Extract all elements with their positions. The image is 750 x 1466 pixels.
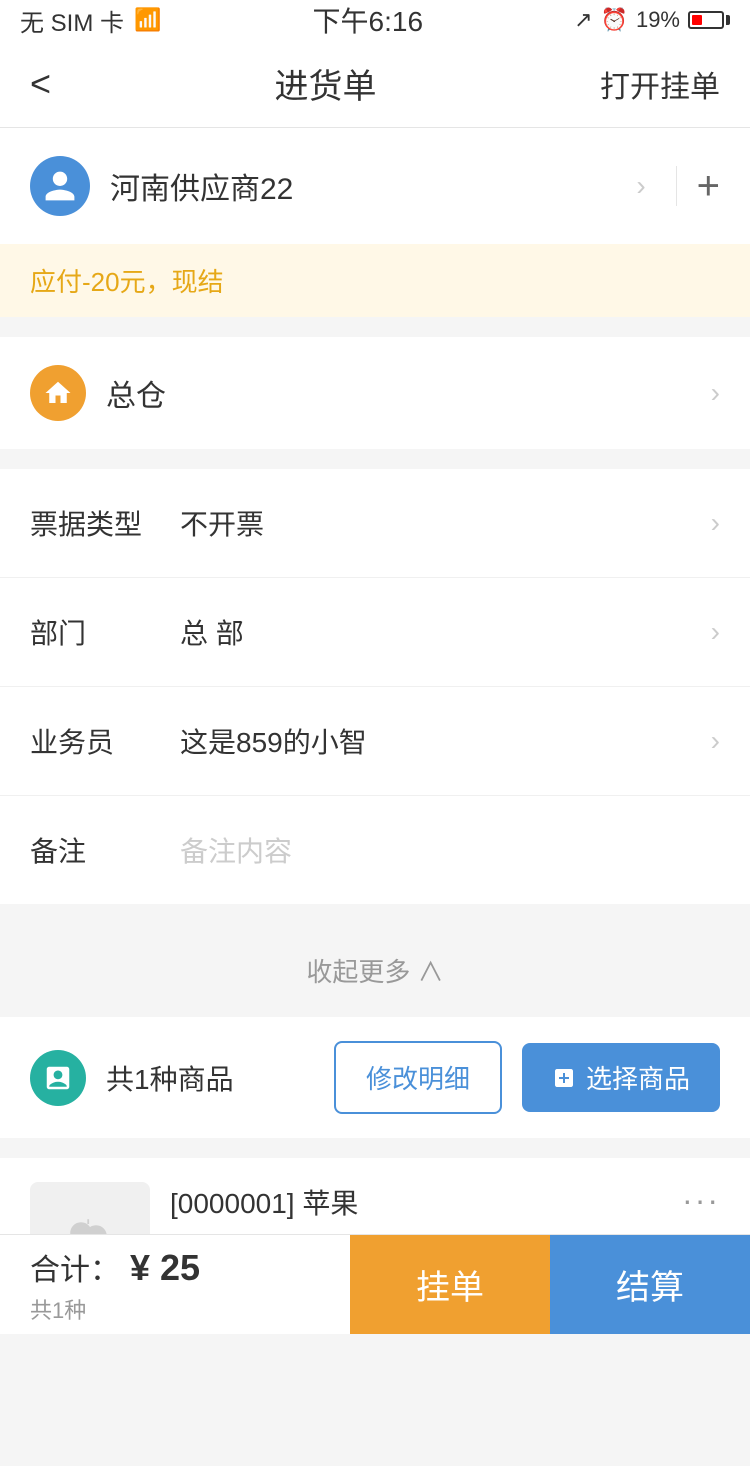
total-section: 合计： ¥ 25 共1种 — [0, 1235, 350, 1334]
salesperson-chevron-icon: › — [711, 725, 720, 757]
status-right: ↗ ⏰ 19% — [574, 7, 730, 33]
hang-button[interactable]: 挂单 — [350, 1235, 550, 1334]
collapse-bar[interactable]: 收起更多 ∧ — [0, 924, 750, 1017]
product-count: 共1种商品 — [106, 1058, 314, 1098]
alarm-icon: ⏰ — [601, 7, 628, 33]
remark-row[interactable]: 备注 备注内容 — [0, 796, 750, 904]
supplier-chevron-icon: › — [636, 170, 645, 202]
dept-row[interactable]: 部门 总 部 › — [0, 578, 750, 687]
sim-label: 无 SIM 卡 — [20, 3, 124, 38]
battery-percent: 19% — [636, 7, 680, 33]
product-more-button[interactable]: ··· — [682, 1182, 720, 1219]
product-name: [0000001] 苹果 — [170, 1182, 662, 1222]
dept-label: 部门 — [30, 612, 150, 652]
page-title: 进货单 — [275, 59, 377, 108]
nav-bar: < 进货单 打开挂单 — [0, 40, 750, 128]
bottom-bar: 合计： ¥ 25 共1种 挂单 结算 — [0, 1234, 750, 1334]
checkout-button[interactable]: 结算 — [550, 1235, 750, 1334]
warehouse-row[interactable]: 总仓 › — [0, 337, 750, 449]
supplier-row[interactable]: 河南供应商22 › + — [0, 128, 750, 244]
product-code: [0000001] — [170, 1188, 295, 1219]
select-product-label: 选择商品 — [586, 1059, 690, 1096]
invoice-type-row[interactable]: 票据类型 不开票 › — [0, 469, 750, 578]
supplier-name: 河南供应商22 — [110, 164, 636, 208]
total-amount: ¥ 25 — [130, 1247, 200, 1289]
salesperson-value: 这是859的小智 — [180, 721, 711, 761]
total-row: 合计： ¥ 25 — [30, 1245, 320, 1289]
dept-chevron-icon: › — [711, 616, 720, 648]
select-product-button[interactable]: 选择商品 — [522, 1043, 720, 1112]
warehouse-section: 总仓 › — [0, 337, 750, 449]
salesperson-row[interactable]: 业务员 这是859的小智 › — [0, 687, 750, 796]
location-icon: ↗ — [574, 7, 592, 33]
warehouse-name: 总仓 — [106, 371, 711, 415]
form-section: 票据类型 不开票 › 部门 总 部 › 业务员 这是859的小智 › 备注 备注… — [0, 469, 750, 904]
remark-label: 备注 — [30, 830, 150, 870]
status-left: 无 SIM 卡 📶 — [20, 3, 161, 38]
edit-detail-button[interactable]: 修改明细 — [334, 1041, 502, 1114]
salesperson-label: 业务员 — [30, 721, 150, 761]
add-supplier-button[interactable]: + — [697, 164, 720, 209]
product-header: 共1种商品 修改明细 选择商品 — [0, 1017, 750, 1138]
wifi-icon: 📶 — [134, 7, 161, 33]
product-icon — [30, 1050, 86, 1106]
total-sub: 共1种 — [30, 1293, 320, 1325]
invoice-type-value: 不开票 — [180, 503, 711, 543]
supplier-section: 河南供应商22 › + 应付-20元，现结 — [0, 128, 750, 317]
warehouse-chevron-icon: › — [711, 377, 720, 409]
status-bar: 无 SIM 卡 📶 下午6:16 ↗ ⏰ 19% — [0, 0, 750, 40]
total-label: 合计： — [30, 1245, 120, 1289]
battery-icon — [688, 11, 730, 29]
product-title: 苹果 — [302, 1188, 358, 1219]
status-time: 下午6:16 — [313, 0, 424, 40]
back-button[interactable]: < — [30, 63, 51, 105]
supplier-avatar — [30, 156, 90, 216]
dept-value: 总 部 — [180, 612, 711, 652]
open-pending-button[interactable]: 打开挂单 — [600, 62, 720, 106]
divider — [676, 166, 677, 206]
invoice-type-label: 票据类型 — [30, 503, 150, 543]
payment-warning: 应付-20元，现结 — [0, 244, 750, 317]
invoice-chevron-icon: › — [711, 507, 720, 539]
remark-input[interactable]: 备注内容 — [180, 830, 720, 870]
warehouse-icon — [30, 365, 86, 421]
